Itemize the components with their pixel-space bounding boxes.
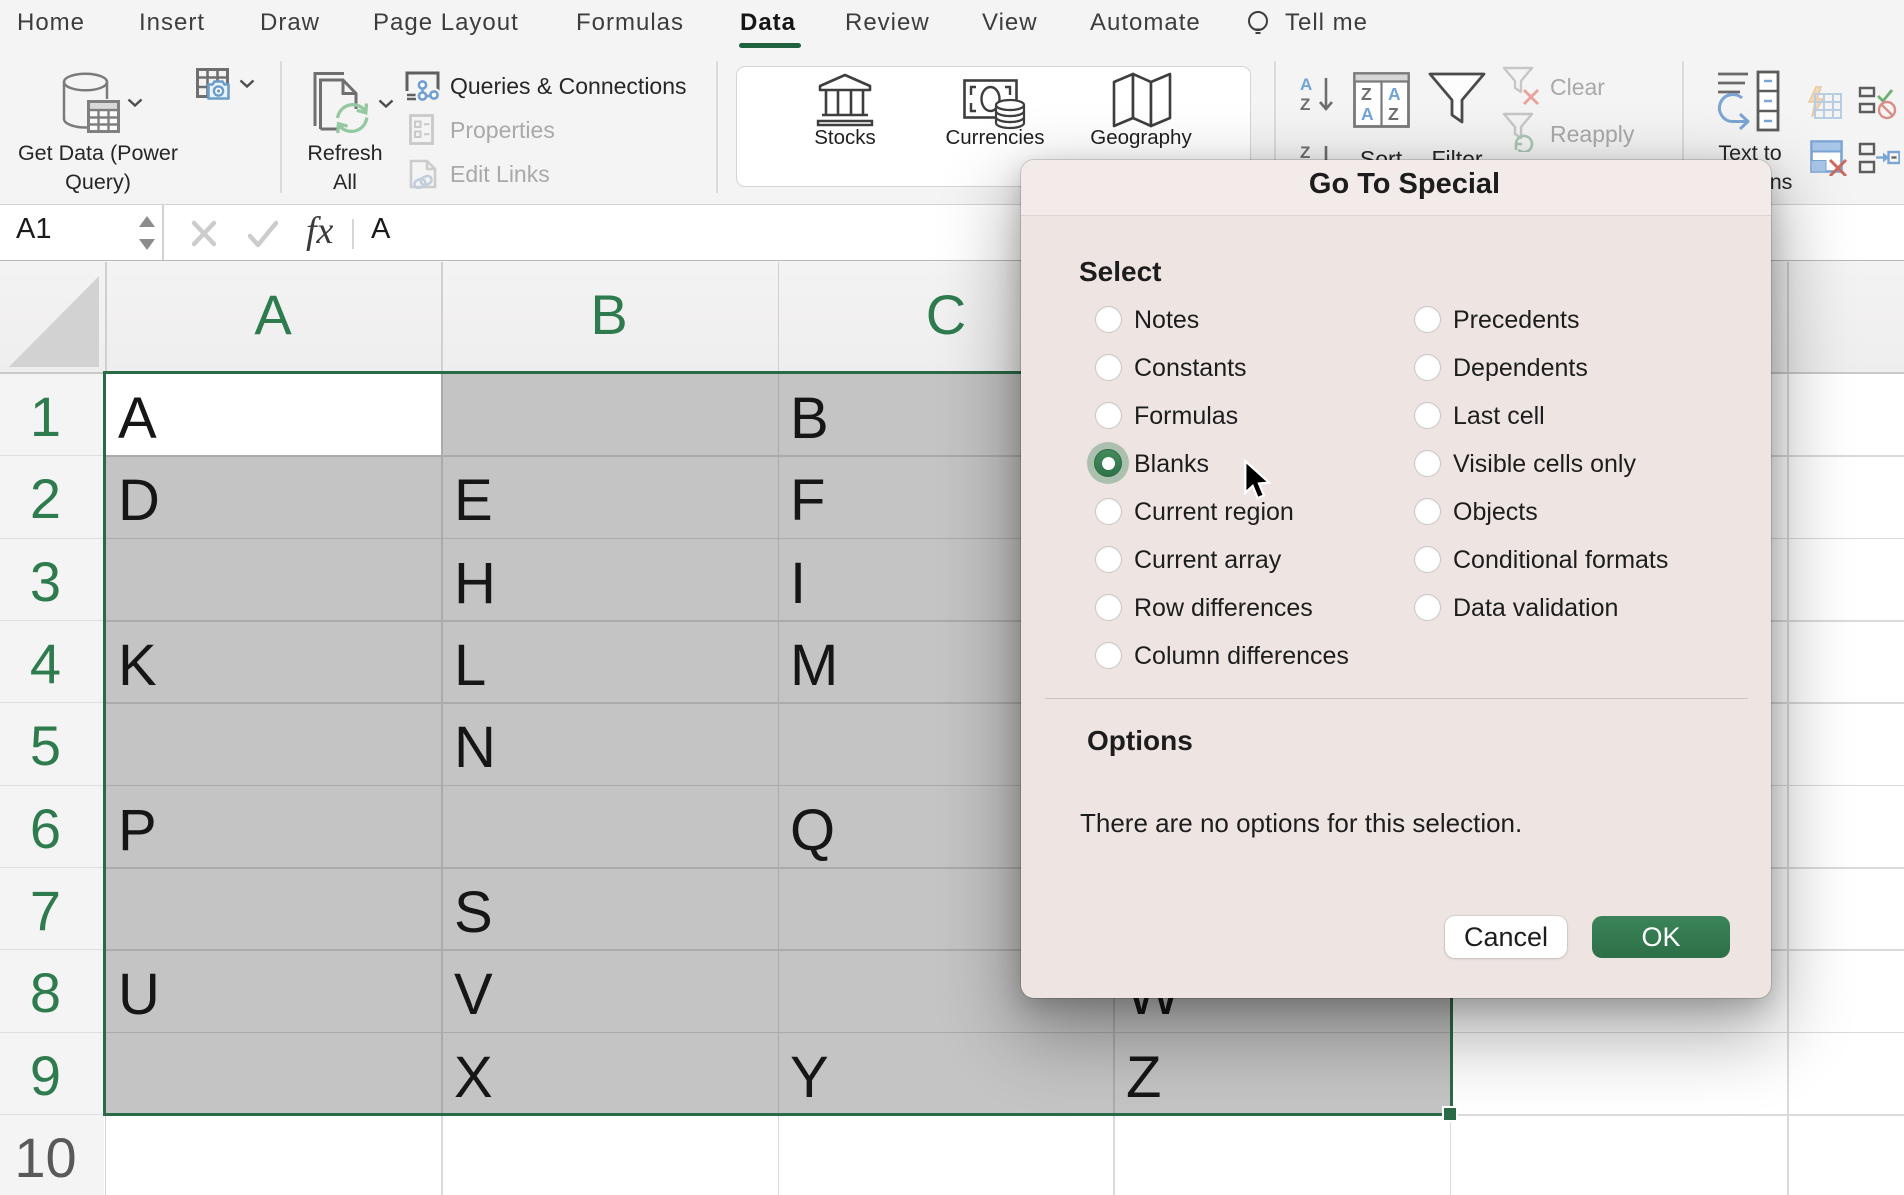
- svg-text:A: A: [1388, 84, 1401, 104]
- svg-text:A: A: [1361, 104, 1374, 124]
- svg-text:A: A: [1300, 76, 1312, 94]
- svg-text:Z: Z: [1361, 84, 1372, 104]
- svg-text:Z: Z: [1388, 104, 1399, 124]
- svg-text:Z: Z: [1300, 95, 1310, 114]
